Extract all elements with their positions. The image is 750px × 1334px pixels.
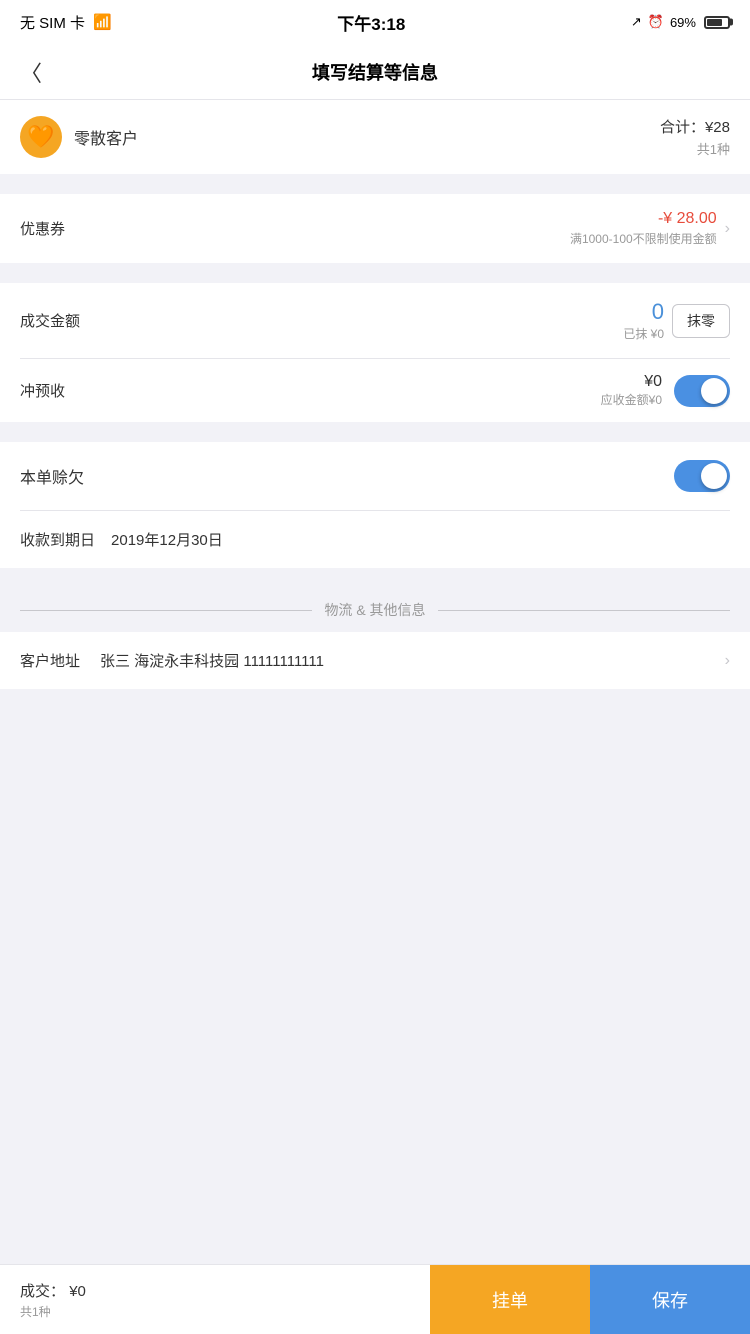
debt-label: 本单赊欠 [20,464,84,488]
chevron-right-icon: › [725,220,730,238]
round-off-button[interactable]: 抹零 [672,304,730,338]
back-button[interactable]: 〈 [12,48,50,96]
pending-button[interactable]: 挂单 [430,1265,590,1334]
debt-toggle-thumb [701,463,727,489]
due-date-row[interactable]: 收款到期日 2019年12月30日 [0,511,750,568]
debt-row: 本单赊欠 [0,442,750,510]
wifi-icon: 📶 [93,13,112,31]
deal-label: 成交金额 [20,310,80,331]
logistics-text: 物流 & 其他信息 [312,600,437,620]
address-label: 客户地址 [20,650,80,671]
coupon-section: 优惠券 -¥ 28.00 满1000-100不限制使用金额 › [0,194,750,263]
customer-name: 零散客户 [74,125,138,149]
debt-toggle-track [674,460,730,492]
deal-amount-row: 成交金额 0 已抹 ¥0 抹零 [0,283,750,358]
bottom-deal-value: ¥0 [69,1283,86,1300]
carrier-text: 无 SIM 卡 [20,12,85,33]
address-section: 客户地址 张三 海淀永丰科技园 11111111111 › [0,632,750,689]
nav-bar: 〈 填写结算等信息 [0,44,750,100]
deal-value[interactable]: 0 [623,299,664,325]
bottom-bar: 成交： ¥0 共1种 挂单 保存 [0,1264,750,1334]
customer-row[interactable]: 🧡 零散客户 合计：¥28 共1种 [0,100,750,174]
debt-toggle[interactable] [674,460,730,492]
precharge-label: 冲预收 [20,380,65,401]
coupon-label: 优惠券 [20,218,65,239]
precharge-toggle[interactable] [674,375,730,407]
customer-avatar: 🧡 [20,116,62,158]
due-date-label: 收款到期日 [20,529,95,550]
time-display: 下午3:18 [337,10,405,35]
due-date-value: 2019年12月30日 [111,529,223,550]
bottom-info: 成交： ¥0 共1种 [0,1280,430,1320]
precharge-sub: 应收金额¥0 [601,391,662,408]
coupon-desc: 满1000-100不限制使用金额 [570,230,717,247]
customer-section: 🧡 零散客户 合计：¥28 共1种 [0,100,750,174]
customer-count: 共1种 [660,139,730,158]
save-button[interactable]: 保存 [590,1265,750,1334]
deal-sub: 已抹 ¥0 [623,325,664,342]
precharge-row: 冲预收 ¥0 应收金额¥0 [0,359,750,422]
battery-icon [704,16,730,29]
logistics-header: 物流 & 其他信息 [0,588,750,632]
address-row[interactable]: 客户地址 张三 海淀永丰科技园 11111111111 › [0,632,750,689]
deal-section: 成交金额 0 已抹 ¥0 抹零 冲预收 ¥0 应收金额¥0 [0,283,750,422]
precharge-amount: ¥0 [601,373,662,391]
address-chevron-icon: › [725,652,730,670]
coupon-amount: -¥ 28.00 [570,210,717,228]
customer-total: 合计：¥28 [660,116,730,137]
page-title: 填写结算等信息 [312,59,438,85]
bottom-deal-text: 成交： ¥0 [20,1280,410,1301]
content-area: 🧡 零散客户 合计：¥28 共1种 优惠券 -¥ 28.00 满1000-100… [0,100,750,989]
address-value: 张三 海淀永丰科技园 11111111111 [100,650,725,671]
status-bar: 无 SIM 卡 📶 下午3:18 ↗ ⏰ 69% [0,0,750,44]
location-icon: ↗ [631,14,642,30]
coupon-row[interactable]: 优惠券 -¥ 28.00 满1000-100不限制使用金额 › [0,194,750,263]
toggle-thumb [701,378,727,404]
alarm-icon: ⏰ [648,14,664,30]
debt-section: 本单赊欠 收款到期日 2019年12月30日 [0,442,750,568]
bottom-deal-label: 成交： [20,1283,65,1300]
toggle-track [674,375,730,407]
bottom-count: 共1种 [20,1303,410,1320]
battery-percent: 69% [670,15,696,30]
empty-space [0,709,750,909]
